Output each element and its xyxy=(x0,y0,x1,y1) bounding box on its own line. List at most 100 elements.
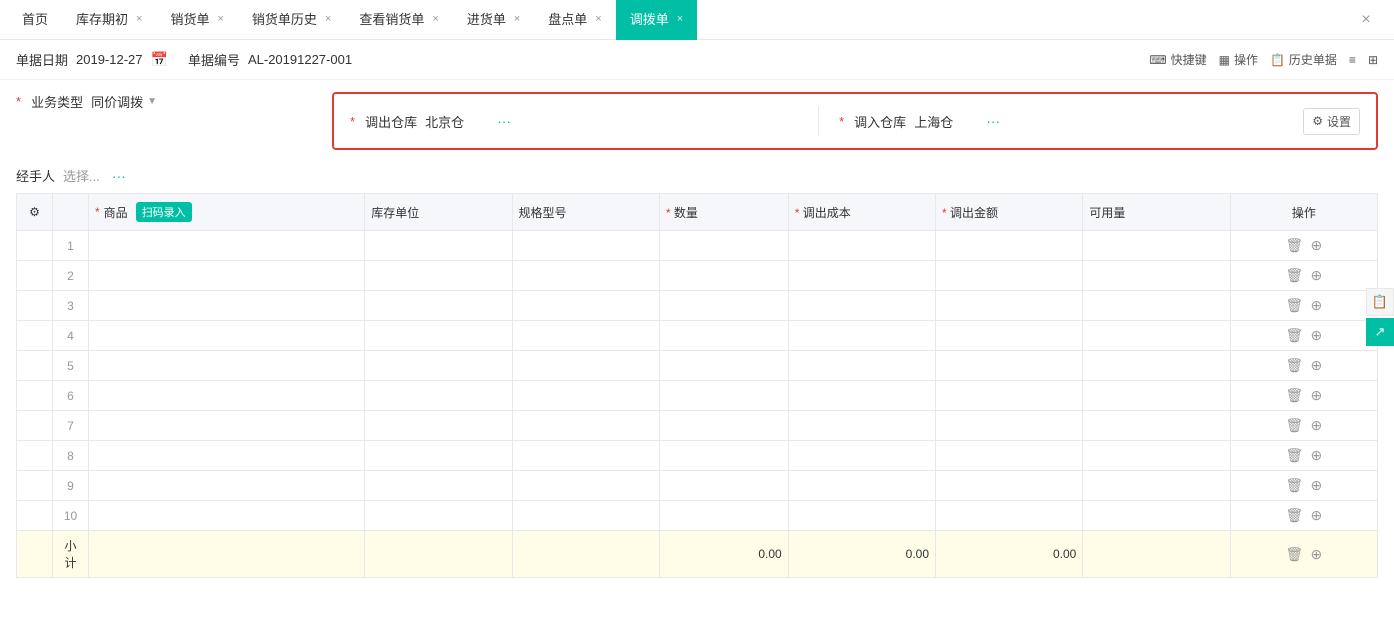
layout2-btn[interactable]: ⊞ xyxy=(1368,53,1378,67)
row-unit[interactable] xyxy=(365,381,512,411)
tab-home[interactable]: 首页 xyxy=(8,0,62,40)
row-delete-icon[interactable]: 🗑 xyxy=(1285,327,1303,343)
tab-inventory-check[interactable]: 盘点单 × xyxy=(534,0,615,40)
row-avail[interactable] xyxy=(1083,471,1230,501)
row-cost[interactable] xyxy=(788,351,935,381)
row-amount[interactable] xyxy=(936,261,1083,291)
row-spec[interactable] xyxy=(512,291,659,321)
row-product[interactable] xyxy=(89,441,365,471)
row-copy-icon[interactable]: ⊕ xyxy=(1311,507,1323,523)
row-delete-icon[interactable]: 🗑 xyxy=(1285,447,1303,463)
row-copy-icon[interactable]: ⊕ xyxy=(1311,237,1323,253)
row-amount[interactable] xyxy=(936,471,1083,501)
row-delete-icon[interactable]: 🗑 xyxy=(1285,357,1303,373)
row-spec[interactable] xyxy=(512,231,659,261)
row-amount[interactable] xyxy=(936,291,1083,321)
row-spec[interactable] xyxy=(512,261,659,291)
row-cost[interactable] xyxy=(788,291,935,321)
row-cost[interactable] xyxy=(788,321,935,351)
row-avail[interactable] xyxy=(1083,291,1230,321)
row-spec[interactable] xyxy=(512,351,659,381)
row-avail[interactable] xyxy=(1083,441,1230,471)
row-product[interactable] xyxy=(89,261,365,291)
in-warehouse-ellipsis[interactable]: ··· xyxy=(986,113,1000,129)
row-product[interactable] xyxy=(89,351,365,381)
row-qty[interactable] xyxy=(659,411,788,441)
row-delete-icon[interactable]: 🗑 xyxy=(1285,477,1303,493)
expand-float-btn[interactable]: ↗ xyxy=(1366,318,1394,346)
out-warehouse-ellipsis[interactable]: ··· xyxy=(497,113,511,129)
tab-close-inventory-check[interactable]: × xyxy=(595,13,601,25)
row-product[interactable] xyxy=(89,291,365,321)
row-amount[interactable] xyxy=(936,441,1083,471)
row-amount[interactable] xyxy=(936,411,1083,441)
tab-close-transfer[interactable]: × xyxy=(677,13,683,25)
subtotal-delete-icon[interactable]: 🗑 xyxy=(1285,546,1303,562)
row-cost[interactable] xyxy=(788,381,935,411)
date-value[interactable]: 2019-12-27 xyxy=(76,52,143,67)
row-cost[interactable] xyxy=(788,471,935,501)
row-cost[interactable] xyxy=(788,261,935,291)
tab-view-sales[interactable]: 查看销货单 × xyxy=(345,0,452,40)
history-btn[interactable]: 📋 历史单据 xyxy=(1270,51,1337,68)
row-copy-icon[interactable]: ⊕ xyxy=(1311,477,1323,493)
row-spec[interactable] xyxy=(512,501,659,531)
subtotal-copy-icon[interactable]: ⊕ xyxy=(1311,546,1323,562)
row-copy-icon[interactable]: ⊕ xyxy=(1311,297,1323,313)
row-product[interactable] xyxy=(89,381,365,411)
tab-inventory-init[interactable]: 库存期初 × xyxy=(62,0,156,40)
row-unit[interactable] xyxy=(365,231,512,261)
row-copy-icon[interactable]: ⊕ xyxy=(1311,387,1323,403)
calendar-icon[interactable]: 📅 xyxy=(151,51,168,68)
row-qty[interactable] xyxy=(659,471,788,501)
tab-transfer[interactable]: 调拨单 × xyxy=(616,0,697,40)
row-spec[interactable] xyxy=(512,441,659,471)
row-avail[interactable] xyxy=(1083,411,1230,441)
row-spec[interactable] xyxy=(512,411,659,441)
row-avail[interactable] xyxy=(1083,351,1230,381)
row-copy-icon[interactable]: ⊕ xyxy=(1311,357,1323,373)
th-settings[interactable]: ⚙ xyxy=(17,194,53,231)
row-unit[interactable] xyxy=(365,351,512,381)
row-product[interactable] xyxy=(89,231,365,261)
row-copy-icon[interactable]: ⊕ xyxy=(1311,447,1323,463)
row-delete-icon[interactable]: 🗑 xyxy=(1285,297,1303,313)
row-qty[interactable] xyxy=(659,501,788,531)
row-product[interactable] xyxy=(89,411,365,441)
row-unit[interactable] xyxy=(365,261,512,291)
row-avail[interactable] xyxy=(1083,231,1230,261)
handler-ellipsis[interactable]: ··· xyxy=(112,168,126,184)
tab-purchase[interactable]: 进货单 × xyxy=(453,0,534,40)
row-avail[interactable] xyxy=(1083,381,1230,411)
row-spec[interactable] xyxy=(512,471,659,501)
row-delete-icon[interactable]: 🗑 xyxy=(1285,387,1303,403)
row-qty[interactable] xyxy=(659,351,788,381)
handler-select[interactable]: 选择... xyxy=(63,166,100,185)
row-amount[interactable] xyxy=(936,501,1083,531)
row-copy-icon[interactable]: ⊕ xyxy=(1311,327,1323,343)
ops-btn[interactable]: ▦ 操作 xyxy=(1219,51,1258,68)
tab-close-sales-history[interactable]: × xyxy=(325,13,331,25)
table-settings-icon[interactable]: ⚙ xyxy=(29,205,40,219)
window-close-button[interactable]: × xyxy=(1346,0,1386,40)
out-warehouse-value[interactable]: 北京仓 xyxy=(425,112,485,131)
row-product[interactable] xyxy=(89,321,365,351)
row-qty[interactable] xyxy=(659,321,788,351)
tab-sales-history[interactable]: 销货单历史 × xyxy=(238,0,345,40)
settings-button[interactable]: ⚙ 设置 xyxy=(1303,108,1360,135)
row-avail[interactable] xyxy=(1083,501,1230,531)
row-amount[interactable] xyxy=(936,231,1083,261)
row-qty[interactable] xyxy=(659,261,788,291)
row-unit[interactable] xyxy=(365,441,512,471)
row-delete-icon[interactable]: 🗑 xyxy=(1285,417,1303,433)
in-warehouse-value[interactable]: 上海仓 xyxy=(914,112,974,131)
row-copy-icon[interactable]: ⊕ xyxy=(1311,267,1323,283)
scan-input-btn[interactable]: 扫码录入 xyxy=(136,202,192,222)
row-delete-icon[interactable]: 🗑 xyxy=(1285,237,1303,253)
tab-close-inventory-init[interactable]: × xyxy=(136,13,142,25)
shortcut-btn[interactable]: ⌨ 快捷键 xyxy=(1149,51,1206,68)
row-spec[interactable] xyxy=(512,321,659,351)
row-unit[interactable] xyxy=(365,411,512,441)
row-amount[interactable] xyxy=(936,321,1083,351)
row-unit[interactable] xyxy=(365,501,512,531)
